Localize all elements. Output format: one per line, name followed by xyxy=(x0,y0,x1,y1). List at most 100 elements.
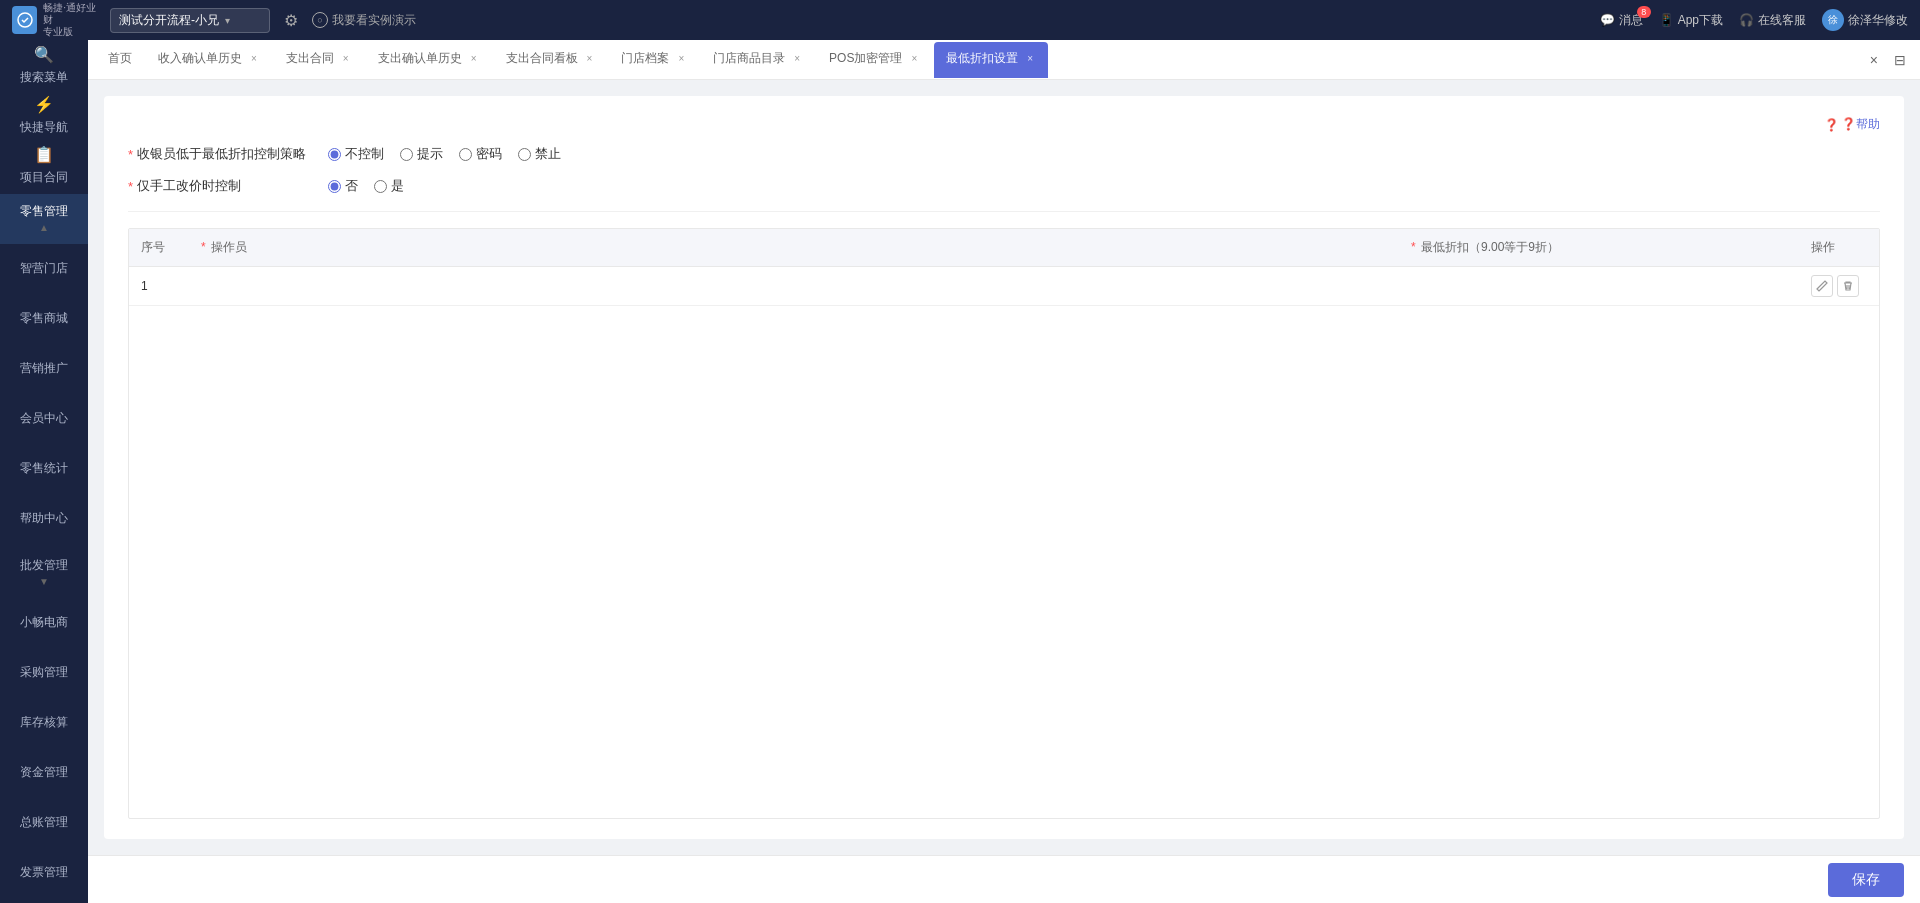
form-section: * 收银员低于最低折扣控制策略 不控制 提示 xyxy=(128,145,1880,212)
sidebar-item-invoice[interactable]: 发票管理 xyxy=(0,848,88,898)
table-row: 1 xyxy=(129,267,1879,306)
data-table-container: 序号 * 操作员 * 最低折扣（9.00等于9折） xyxy=(128,228,1880,819)
sidebar-item-stats[interactable]: 零售统计 xyxy=(0,444,88,494)
save-button[interactable]: 保存 xyxy=(1828,863,1904,897)
option-no[interactable]: 否 xyxy=(328,177,358,195)
page-content: ❓ ❓帮助 * 收银员低于最低折扣控制策略 xyxy=(88,80,1920,855)
online-service-action[interactable]: 🎧 在线客服 xyxy=(1739,12,1806,29)
chevron-down-icon: ▾ xyxy=(225,15,230,26)
manual-price-control-label: * 仅手工改价时控制 xyxy=(128,177,328,195)
demo-link[interactable]: ○ 我要看实例演示 xyxy=(312,12,416,29)
shortcuts-icon: ⚡ xyxy=(34,95,54,116)
option-prompt[interactable]: 提示 xyxy=(400,145,443,163)
tab-close-payment-contract[interactable]: × xyxy=(340,52,352,65)
data-table: 序号 * 操作员 * 最低折扣（9.00等于9折） xyxy=(129,229,1879,306)
sidebar-item-retail[interactable]: 零售管理 ▲ xyxy=(0,194,88,244)
search-icon: 🔍 xyxy=(34,45,54,66)
sidebar-item-ecom[interactable]: 小畅电商 xyxy=(0,598,88,648)
edit-row-button[interactable] xyxy=(1811,275,1833,297)
tab-payment-contract[interactable]: 支出合同 × xyxy=(274,42,364,78)
help-icon: ❓ xyxy=(1824,118,1839,132)
project-icon: 📋 xyxy=(34,145,54,166)
sidebar-item-search[interactable]: 🔍 搜索菜单 xyxy=(0,40,88,90)
sidebar-item-help[interactable]: 帮助中心 xyxy=(0,494,88,544)
col-header-operator: * 操作员 xyxy=(189,229,1399,267)
tab-close-payment-history[interactable]: × xyxy=(468,52,480,65)
manual-price-control-options: 否 是 xyxy=(328,177,404,195)
col-header-seq: 序号 xyxy=(129,229,189,267)
sidebar-item-shortcuts[interactable]: ⚡ 快捷导航 xyxy=(0,90,88,140)
tab-income-history[interactable]: 收入确认单历史 × xyxy=(146,42,272,78)
headset-icon: 🎧 xyxy=(1739,13,1754,27)
option-password[interactable]: 密码 xyxy=(459,145,502,163)
logo: 畅捷·通好业财 专业版 xyxy=(12,2,100,38)
wholesale-arrow-icon: ▼ xyxy=(39,575,49,588)
sidebar: 🔍 搜索菜单 ⚡ 快捷导航 📋 项目合同 零售管理 ▲ 智营门店 零售商城 营销… xyxy=(0,40,88,903)
message-action[interactable]: 💬 消息 8 xyxy=(1600,12,1643,29)
sidebar-item-member[interactable]: 会员中心 xyxy=(0,394,88,444)
option-no-control[interactable]: 不控制 xyxy=(328,145,384,163)
manual-price-control-row: * 仅手工改价时控制 否 是 xyxy=(128,177,1880,195)
tab-min-discount[interactable]: 最低折扣设置 × xyxy=(934,42,1048,78)
user-action[interactable]: 徐 徐泽华修改 xyxy=(1822,9,1908,31)
tab-bar-actions: × ⊟ xyxy=(1864,48,1912,72)
tab-close-min-discount[interactable]: × xyxy=(1024,52,1036,65)
sidebar-item-purchase[interactable]: 采购管理 xyxy=(0,648,88,698)
option-forbidden[interactable]: 禁止 xyxy=(518,145,561,163)
app-download-action[interactable]: 📱 App下载 xyxy=(1659,12,1723,29)
tab-home[interactable]: 首页 xyxy=(96,42,144,78)
sidebar-item-wholesale[interactable]: 批发管理 ▼ xyxy=(0,548,88,598)
project-name: 测试分开流程-小兄 xyxy=(119,12,219,29)
tab-bar: 首页 收入确认单历史 × 支出合同 × 支出确认单历史 × 支出合同看板 × 门… xyxy=(88,40,1920,80)
help-link[interactable]: ❓ ❓帮助 xyxy=(1824,116,1880,133)
logo-text: 畅捷·通好业财 专业版 xyxy=(43,2,100,38)
logo-icon xyxy=(12,6,37,34)
retail-arrow-icon: ▲ xyxy=(39,221,49,234)
option-yes[interactable]: 是 xyxy=(374,177,404,195)
cell-discount xyxy=(1399,267,1799,306)
cell-seq: 1 xyxy=(129,267,189,306)
col-header-action: 操作 xyxy=(1799,229,1879,267)
tab-close-income-history[interactable]: × xyxy=(248,52,260,65)
table-header-row: 序号 * 操作员 * 最低折扣（9.00等于9折） xyxy=(129,229,1879,267)
control-strategy-label: * 收银员低于最低折扣控制策略 xyxy=(128,145,328,163)
col-header-discount: * 最低折扣（9.00等于9折） xyxy=(1399,229,1799,267)
message-badge: 8 xyxy=(1637,6,1651,18)
phone-icon: 📱 xyxy=(1659,13,1674,27)
tab-close-payment-board[interactable]: × xyxy=(584,52,596,65)
tab-store-products[interactable]: 门店商品目录 × xyxy=(701,42,815,78)
circle-icon: ○ xyxy=(312,12,328,28)
control-strategy-options: 不控制 提示 密码 禁 xyxy=(328,145,561,163)
sidebar-item-ledger[interactable]: 总账管理 xyxy=(0,798,88,848)
delete-row-button[interactable] xyxy=(1837,275,1859,297)
tab-close-all-button[interactable]: × xyxy=(1864,48,1884,72)
sidebar-item-inventory[interactable]: 库存核算 xyxy=(0,698,88,748)
content-area: 首页 收入确认单历史 × 支出合同 × 支出确认单历史 × 支出合同看板 × 门… xyxy=(88,40,1920,903)
sidebar-item-smart-store[interactable]: 智营门店 xyxy=(0,244,88,294)
tab-more-button[interactable]: ⊟ xyxy=(1888,48,1912,72)
table-action-btns xyxy=(1811,275,1867,297)
avatar: 徐 xyxy=(1822,9,1844,31)
sidebar-item-online-store[interactable]: 零售商城 xyxy=(0,294,88,344)
tab-close-store-file[interactable]: × xyxy=(675,52,687,65)
tab-close-pos-lock[interactable]: × xyxy=(908,52,920,65)
tab-payment-history[interactable]: 支出确认单历史 × xyxy=(366,42,492,78)
tab-store-file[interactable]: 门店档案 × xyxy=(609,42,699,78)
tab-payment-board[interactable]: 支出合同看板 × xyxy=(494,42,608,78)
project-selector[interactable]: 测试分开流程-小兄 ▾ xyxy=(110,8,270,33)
top-bar: 畅捷·通好业财 专业版 测试分开流程-小兄 ▾ ⚙ ○ 我要看实例演示 💬 消息… xyxy=(0,0,1920,40)
settings-button[interactable]: ⚙ xyxy=(280,7,302,34)
control-strategy-row: * 收银员低于最低折扣控制策略 不控制 提示 xyxy=(128,145,1880,163)
message-icon: 💬 xyxy=(1600,13,1615,27)
sidebar-item-tax[interactable]: 税务管理 xyxy=(0,898,88,903)
form-card: ❓ ❓帮助 * 收银员低于最低折扣控制策略 xyxy=(104,96,1904,839)
sidebar-item-marketing[interactable]: 营销推广 xyxy=(0,344,88,394)
top-bar-right: 💬 消息 8 📱 App下载 🎧 在线客服 徐 徐泽华修改 xyxy=(1600,9,1908,31)
sidebar-item-finance[interactable]: 资金管理 xyxy=(0,748,88,798)
footer-bar: 保存 xyxy=(88,855,1920,903)
tab-pos-lock[interactable]: POS加密管理 × xyxy=(817,42,932,78)
cell-operator xyxy=(189,267,1399,306)
tab-close-store-products[interactable]: × xyxy=(791,52,803,65)
cell-action xyxy=(1799,267,1879,306)
sidebar-item-project[interactable]: 📋 项目合同 xyxy=(0,140,88,190)
